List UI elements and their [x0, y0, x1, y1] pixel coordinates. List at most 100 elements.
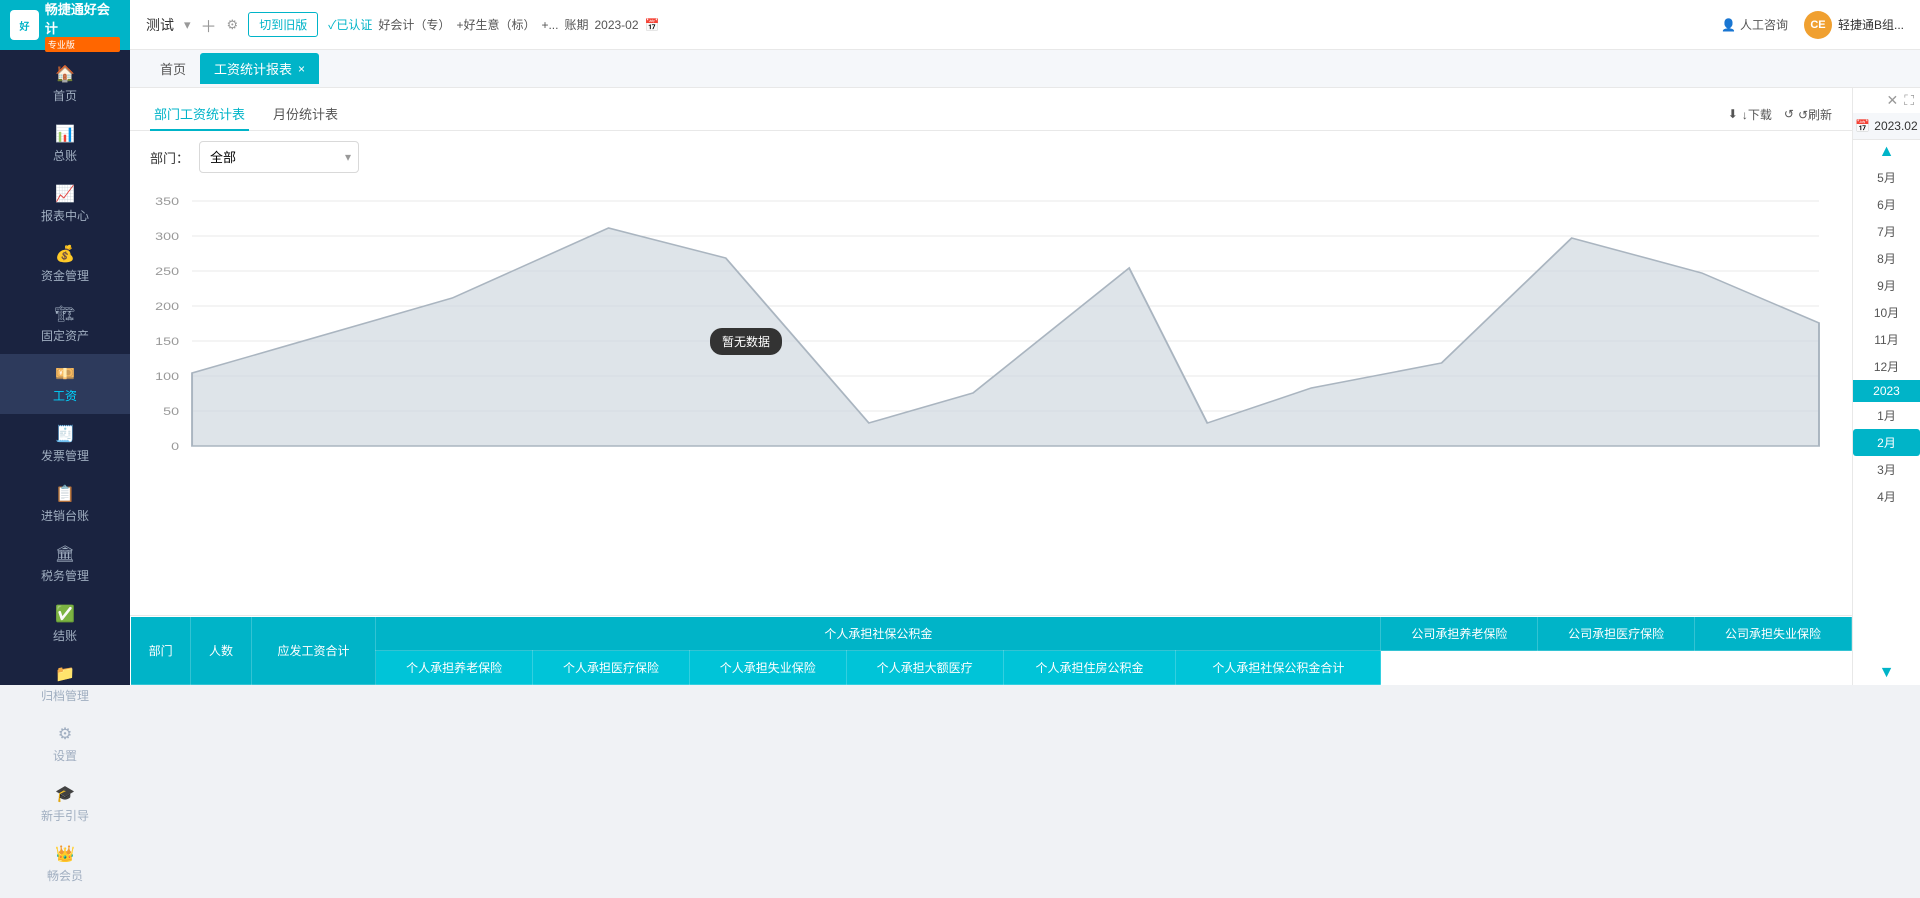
main-area: 测试 ▾ ＋ ⚙ 切到旧版 ✓已认证 好会计（专） +好生意（标） +... 账…	[130, 0, 1920, 685]
sidebar-item-close[interactable]: ✅ 结账	[0, 594, 130, 654]
help-label: 人工咨询	[1740, 16, 1788, 33]
assets-icon: 🏗	[55, 304, 75, 324]
calendar-icon[interactable]: 📅	[645, 18, 660, 32]
month-12[interactable]: 12月	[1853, 353, 1920, 380]
table-section: 部门 人数 应发工资合计 个人承担社保公积金 公司承担养老保险 公司承担医疗保险…	[130, 615, 1852, 685]
app-logo: 好 畅捷通好会计 专业版	[0, 0, 130, 50]
gear-icon[interactable]: ⚙	[227, 17, 239, 33]
dept-select[interactable]: 全部 部门A 部门B	[199, 141, 359, 173]
certified-status: ✓已认证	[328, 16, 372, 33]
col-total-salary: 应发工资合计	[251, 617, 376, 685]
topbar-status: ✓已认证 好会计（专） +好生意（标） +... 账期 2023-02 📅	[328, 16, 659, 33]
more-status: +...	[541, 18, 558, 32]
sidebar-item-sales[interactable]: 📋 进销台账	[0, 474, 130, 534]
sidebar-item-home[interactable]: 🏠 首页	[0, 54, 130, 114]
topbar-title: 测试	[146, 15, 174, 35]
salary-table: 部门 人数 应发工资合计 个人承担社保公积金 公司承担养老保险 公司承担医疗保险…	[130, 616, 1852, 685]
month-4[interactable]: 4月	[1853, 483, 1920, 510]
col-personal-old: 个人承担养老保险	[376, 651, 533, 685]
year-down-button[interactable]: ▼	[1877, 663, 1897, 683]
year-up-button[interactable]: ▲	[1877, 142, 1897, 162]
panel-close-icon[interactable]: ✕	[1886, 92, 1898, 109]
col-people: 人数	[191, 617, 251, 685]
year-nav: ▲	[1853, 140, 1920, 164]
dropdown-arrow-icon[interactable]: ▾	[184, 17, 191, 33]
calendar-small-icon: 📅	[1855, 119, 1870, 133]
tab-salary-report[interactable]: 工资统计报表 ×	[200, 53, 319, 84]
sidebar-item-archive[interactable]: 📁 归档管理	[0, 654, 130, 714]
month-9[interactable]: 9月	[1853, 272, 1920, 299]
svg-text:50: 50	[163, 405, 179, 418]
topbar: 测试 ▾ ＋ ⚙ 切到旧版 ✓已认证 好会计（专） +好生意（标） +... 账…	[130, 0, 1920, 50]
month-10[interactable]: 10月	[1853, 299, 1920, 326]
tab-bar: 首页 工资统计报表 ×	[130, 50, 1920, 88]
month-7[interactable]: 7月	[1853, 218, 1920, 245]
tab-close-button[interactable]: ×	[298, 62, 305, 76]
salary-chart: 350 300 250 200 150 100 50 0	[140, 193, 1832, 473]
member-icon: 👑	[55, 844, 75, 864]
help-button[interactable]: 👤 人工咨询	[1721, 16, 1788, 33]
sidebar-item-invoice[interactable]: 🧾 发票管理	[0, 414, 130, 474]
sales-icon: 📋	[55, 484, 75, 504]
avatar: CE	[1804, 11, 1832, 39]
sub-tab-dept[interactable]: 部门工资统计表	[150, 98, 249, 131]
help-icon: 👤	[1721, 18, 1736, 32]
tax-icon: 🏛	[55, 544, 75, 564]
sidebar-item-guide[interactable]: 🎓 新手引导	[0, 774, 130, 834]
col-company-med: 公司承担医疗保险	[1538, 617, 1695, 651]
sub-tabs: 部门工资统计表 月份统计表 ⬇ ↓下载 ↺ ↺刷新	[130, 88, 1852, 131]
month-1[interactable]: 1月	[1853, 402, 1920, 429]
home-icon: 🏠	[55, 64, 75, 84]
col-personal-housing: 个人承担住房公积金	[1003, 651, 1176, 685]
sidebar-item-funds[interactable]: 💰 资金管理	[0, 234, 130, 294]
col-company-unemp: 公司承担失业保险	[1695, 617, 1852, 651]
switch-old-version-button[interactable]: 切到旧版	[248, 12, 318, 37]
panel-expand-icon[interactable]: ⛶	[1904, 92, 1914, 109]
svg-text:100: 100	[155, 370, 179, 383]
filter-bar: 部门： 全部 部门A 部门B ▾	[130, 131, 1852, 183]
month-2-active[interactable]: 2月	[1853, 429, 1920, 456]
panel-controls: ✕ ⛶	[1853, 88, 1920, 113]
sub-tab-month[interactable]: 月份统计表	[269, 98, 342, 131]
svg-text:150: 150	[155, 335, 179, 348]
sidebar-item-assets[interactable]: 🏗 固定资产	[0, 294, 130, 354]
sidebar-item-member[interactable]: 👑 畅会员	[0, 834, 130, 894]
date-panel-header: 📅 2023.02	[1853, 113, 1920, 140]
refresh-button[interactable]: ↺ ↺刷新	[1784, 106, 1832, 123]
year-nav-bottom: ▼	[1853, 661, 1920, 685]
month-3[interactable]: 3月	[1853, 456, 1920, 483]
download-icon: ⬇	[1728, 107, 1738, 121]
col-personal-group: 个人承担社保公积金	[376, 617, 1381, 651]
invoice-icon: 🧾	[55, 424, 75, 444]
col-personal-total: 个人承担社保公积金合计	[1176, 651, 1381, 685]
guide-icon: 🎓	[55, 784, 75, 804]
close-accounts-icon: ✅	[55, 604, 75, 624]
month-5[interactable]: 5月	[1853, 164, 1920, 191]
topbar-right: 👤 人工咨询 CE 轻捷通B组...	[1721, 11, 1904, 39]
reports-icon: 📈	[55, 184, 75, 204]
user-area[interactable]: CE 轻捷通B组...	[1804, 11, 1904, 39]
year-2023[interactable]: 2023	[1853, 380, 1920, 402]
month-8[interactable]: 8月	[1853, 245, 1920, 272]
sidebar-item-salary[interactable]: 💴 工资	[0, 354, 130, 414]
add-button[interactable]: ＋	[201, 13, 217, 37]
month-6[interactable]: 6月	[1853, 191, 1920, 218]
sidebar-item-settings[interactable]: ⚙ 设置	[0, 714, 130, 774]
sidebar-item-ledger[interactable]: 📊 总账	[0, 114, 130, 174]
content-main: 部门工资统计表 月份统计表 ⬇ ↓下载 ↺ ↺刷新 部门：	[130, 88, 1852, 685]
good-accounting-status: 好会计（专）	[378, 16, 450, 33]
sidebar-item-tax[interactable]: 🏛 税务管理	[0, 534, 130, 594]
sidebar-nav: 🏠 首页 📊 总账 📈 报表中心 💰 资金管理 🏗 固定资产 💴 工资 🧾 发票…	[0, 50, 130, 898]
period-value: 2023-02	[594, 18, 638, 32]
refresh-icon: ↺	[1784, 107, 1794, 121]
tab-home[interactable]: 首页	[146, 51, 200, 86]
download-button[interactable]: ⬇ ↓下载	[1728, 106, 1772, 123]
salary-icon: 💴	[55, 364, 75, 384]
col-personal-med: 个人承担医疗保险	[533, 651, 690, 685]
col-dept: 部门	[131, 617, 191, 685]
sidebar-item-reports[interactable]: 📈 报表中心	[0, 174, 130, 234]
active-tab-label: 工资统计报表	[214, 59, 292, 78]
svg-text:350: 350	[155, 195, 179, 208]
month-11[interactable]: 11月	[1853, 326, 1920, 353]
dept-filter-label: 部门：	[150, 148, 189, 167]
